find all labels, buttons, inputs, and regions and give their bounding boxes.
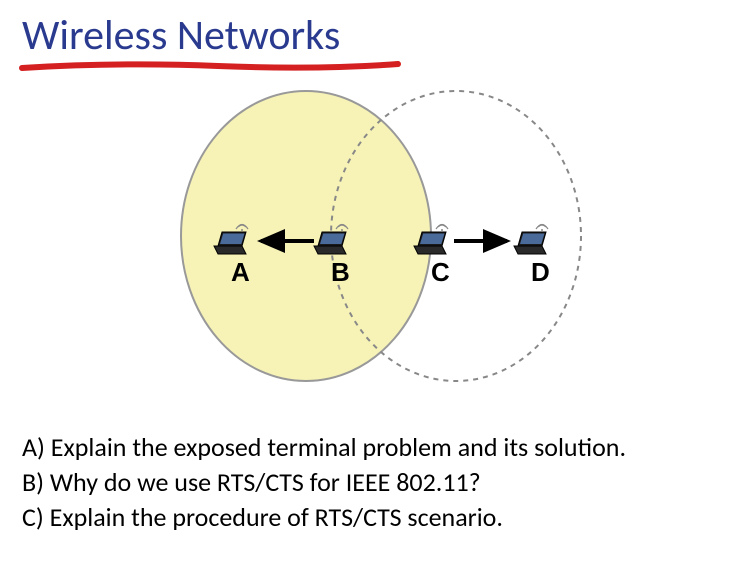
label-c: C <box>431 257 450 287</box>
question-list: A) Explain the exposed terminal problem … <box>22 430 730 535</box>
title-underline <box>18 58 418 82</box>
question-b: B) Why do we use RTS/CTS for IEEE 802.11… <box>22 465 730 500</box>
page-title: Wireless Networks <box>22 10 340 61</box>
range-circle-b <box>181 91 431 381</box>
label-d: D <box>531 257 550 287</box>
question-c: C) Explain the procedure of RTS/CTS scen… <box>22 500 730 535</box>
label-b: B <box>331 257 350 287</box>
question-a: A) Explain the exposed terminal problem … <box>22 430 730 465</box>
network-diagram: A B C D <box>176 86 606 386</box>
laptop-d <box>514 225 548 255</box>
label-a: A <box>231 257 250 287</box>
